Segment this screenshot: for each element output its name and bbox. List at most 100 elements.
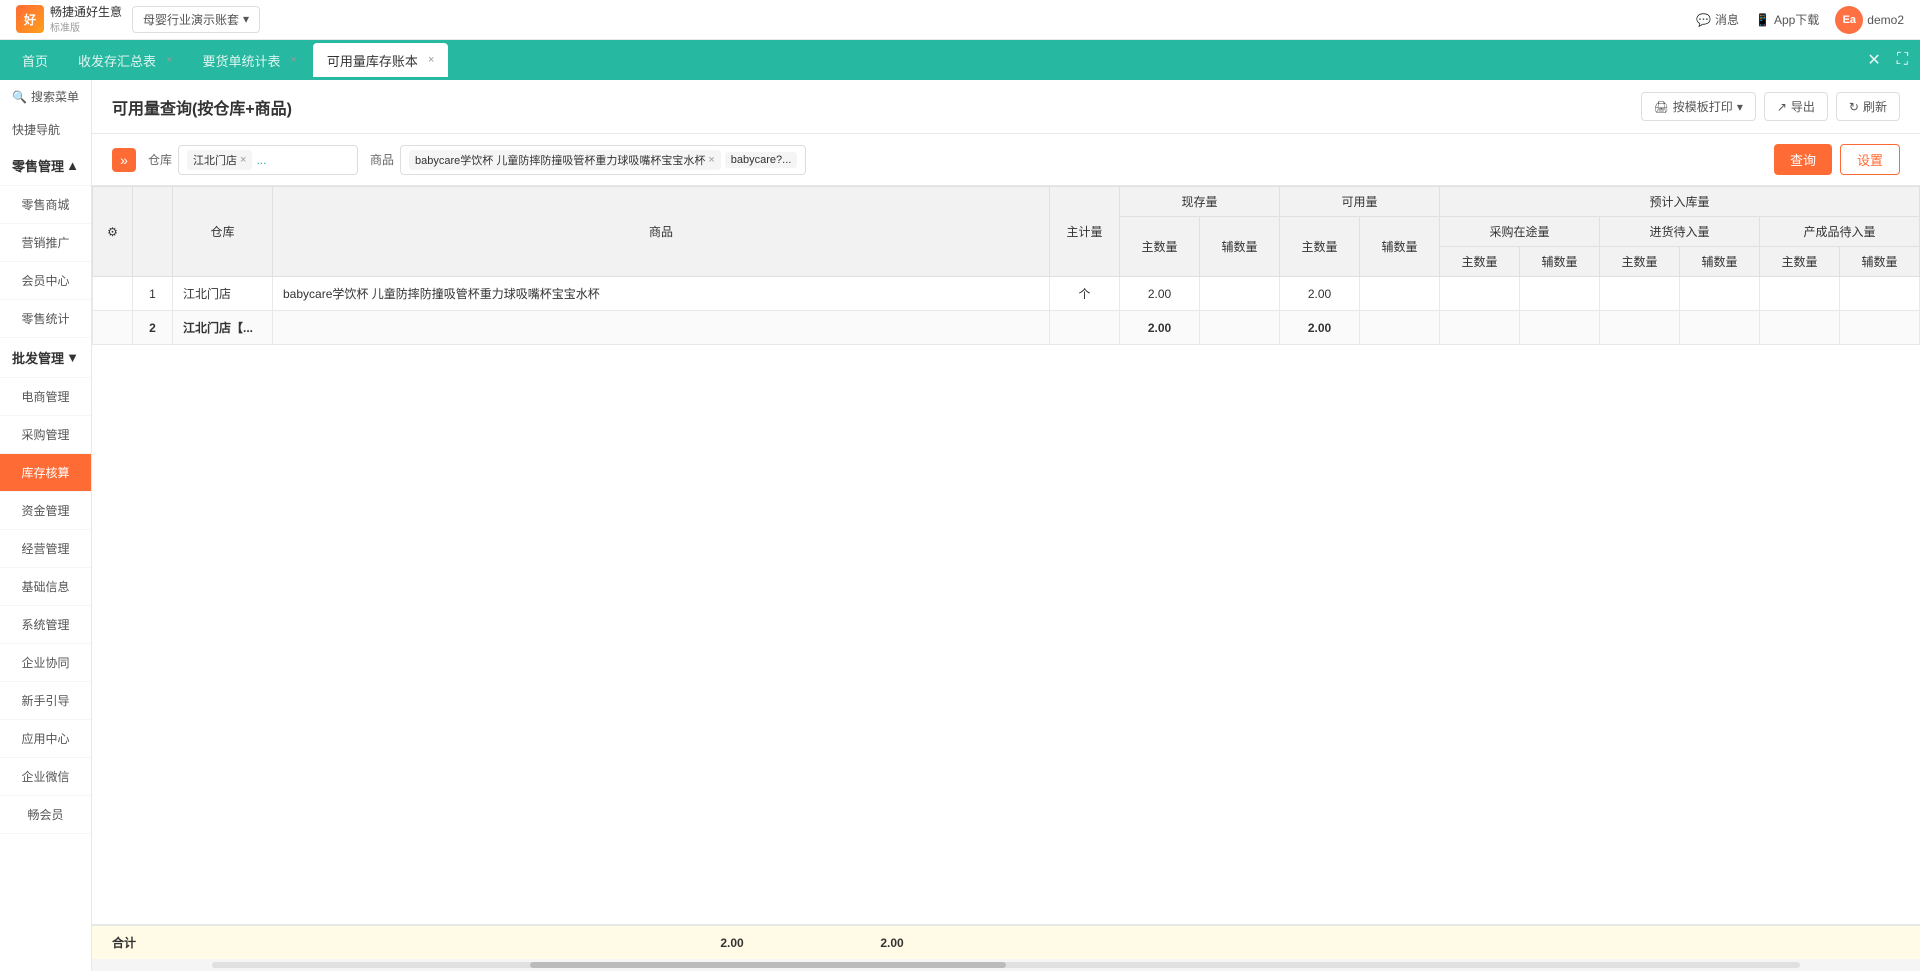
- sidebar-item-retail-shop[interactable]: 零售商城: [0, 186, 91, 224]
- sidebar-item-operation[interactable]: 经营管理: [0, 530, 91, 568]
- sidebar-item-purchase[interactable]: 采购管理: [0, 416, 91, 454]
- cell-incoming-main: [1600, 277, 1680, 311]
- cell-production-main: [1760, 277, 1840, 311]
- filter-warehouse-group: 仓库 江北门店 × ...: [148, 145, 358, 175]
- cell-unit: 个: [1050, 277, 1120, 311]
- query-button[interactable]: 查询: [1774, 144, 1832, 175]
- product-tag2: babycare?...: [725, 152, 798, 168]
- sidebar-item-retail-stat[interactable]: 零售统计: [0, 300, 91, 338]
- cell-settings-2: [93, 311, 133, 345]
- sidebar-item-weixin[interactable]: 企业微信: [0, 758, 91, 796]
- nav-expand-btn[interactable]: ⛶: [1893, 47, 1912, 73]
- page-title: 可用量查询(按仓库+商品): [112, 95, 292, 119]
- filter-expand-button[interactable]: »: [112, 148, 136, 172]
- logo-area: 好 畅捷通好生意 标准版: [16, 5, 122, 34]
- tab-stock[interactable]: 可用量库存账本 ×: [313, 43, 448, 77]
- sidebar-item-enterprise[interactable]: 企业协同: [0, 644, 91, 682]
- sidebar-item-inventory[interactable]: 库存核算: [0, 454, 91, 492]
- sidebar-item-retail[interactable]: 零售管理 ▲: [0, 146, 91, 186]
- print-button[interactable]: 🖨 按模板打印 ▾: [1641, 92, 1756, 121]
- filter-actions: 查询 设置: [1774, 144, 1900, 175]
- sidebar-item-vip[interactable]: 畅会员: [0, 796, 91, 834]
- footer-label: 合计: [112, 934, 692, 951]
- footer-available-main: 2.00: [852, 936, 932, 950]
- refresh-button[interactable]: ↻ 刷新: [1836, 92, 1900, 121]
- product-input[interactable]: babycare学饮杯 儿童防摔防撞吸管杯重力球吸嘴杯宝宝水杯 × babyca…: [400, 145, 806, 175]
- message-icon: 💬: [1696, 13, 1711, 27]
- cell-purchase-main-2: [1440, 311, 1520, 345]
- sidebar-item-member[interactable]: 会员中心: [0, 262, 91, 300]
- top-bar-right: 💬 消息 📱 App下载 Ea demo2: [1696, 6, 1904, 34]
- nav-close-btn[interactable]: ✕: [1863, 46, 1884, 74]
- sidebar: 🔍 搜索菜单 快捷导航 零售管理 ▲ 零售商城 营销推广 会员中心 零售统计 批…: [0, 80, 92, 971]
- cell-current-aux-2: [1200, 311, 1280, 345]
- scrollbar-area: [92, 959, 1920, 971]
- cell-product: babycare学饮杯 儿童防摔防撞吸管杯重力球吸嘴杯宝宝水杯: [273, 277, 1050, 311]
- top-bar-left: 好 畅捷通好生意 标准版 母婴行业演示账套 ▾: [16, 5, 260, 34]
- chevron-icon: ▲: [66, 158, 79, 173]
- sidebar-item-system[interactable]: 系统管理: [0, 606, 91, 644]
- product-tag1: babycare学饮杯 儿童防摔防撞吸管杯重力球吸嘴杯宝宝水杯 ×: [409, 150, 721, 170]
- cell-unit-2: [1050, 311, 1120, 345]
- app-download-button[interactable]: 📱 App下载: [1755, 11, 1819, 28]
- chevron-down-icon: ▾: [243, 12, 249, 26]
- download-icon: 📱: [1755, 13, 1770, 27]
- page-header: 可用量查询(按仓库+商品) 🖨 按模板打印 ▾ ↗ 导出 ↻ 刷新: [92, 80, 1920, 134]
- product-tag1-remove[interactable]: ×: [708, 154, 714, 166]
- industry-selector[interactable]: 母婴行业演示账套 ▾: [132, 6, 260, 33]
- tab-order[interactable]: 要货单统计表 ×: [188, 43, 310, 77]
- cell-warehouse: 江北门店: [173, 277, 273, 311]
- sidebar-quick-nav[interactable]: 快捷导航: [0, 113, 91, 146]
- search-icon: 🔍: [12, 90, 27, 104]
- user-menu[interactable]: Ea demo2: [1835, 6, 1904, 34]
- cell-purchase-main: [1440, 277, 1520, 311]
- data-table: ⚙ 仓库 商品 主计量 现存量 可用量 预计入库量 主数量 辅数量 主数量 辅数…: [92, 186, 1920, 345]
- cell-incoming-main-2: [1600, 311, 1680, 345]
- cell-available-aux-2: [1360, 311, 1440, 345]
- table-container: ⚙ 仓库 商品 主计量 现存量 可用量 预计入库量 主数量 辅数量 主数量 辅数…: [92, 186, 1920, 924]
- sidebar-item-basic[interactable]: 基础信息: [0, 568, 91, 606]
- footer-current-main: 2.00: [692, 936, 772, 950]
- table-footer: 合计 2.00 2.00: [92, 924, 1920, 959]
- sidebar-item-wholesale[interactable]: 批发管理 ▼: [0, 338, 91, 378]
- sidebar-item-finance[interactable]: 资金管理: [0, 492, 91, 530]
- filter-product-group: 商品 babycare学饮杯 儿童防摔防撞吸管杯重力球吸嘴杯宝宝水杯 × bab…: [370, 145, 806, 175]
- setting-button[interactable]: 设置: [1840, 144, 1900, 175]
- warehouse-tag: 江北门店 ×: [187, 150, 252, 170]
- warehouse-more[interactable]: ...: [256, 153, 266, 167]
- tab-stock-close[interactable]: ×: [428, 54, 434, 66]
- cell-purchase-aux: [1520, 277, 1600, 311]
- tab-receive-close[interactable]: ×: [166, 54, 172, 66]
- message-button[interactable]: 💬 消息: [1696, 11, 1739, 28]
- sidebar-item-appstore[interactable]: 应用中心: [0, 720, 91, 758]
- page-actions: 🖨 按模板打印 ▾ ↗ 导出 ↻ 刷新: [1641, 92, 1900, 121]
- export-button[interactable]: ↗ 导出: [1764, 92, 1828, 121]
- cell-current-aux: [1200, 277, 1280, 311]
- tab-home[interactable]: 首页: [8, 43, 62, 77]
- print-chevron-icon: ▾: [1737, 100, 1743, 114]
- tab-receive[interactable]: 收发存汇总表 ×: [64, 43, 186, 77]
- top-bar: 好 畅捷通好生意 标准版 母婴行业演示账套 ▾ 💬 消息 📱 App下载 Ea …: [0, 0, 1920, 40]
- warehouse-tag-remove[interactable]: ×: [240, 154, 246, 166]
- cell-purchase-aux-2: [1520, 311, 1600, 345]
- main-layout: 🔍 搜索菜单 快捷导航 零售管理 ▲ 零售商城 营销推广 会员中心 零售统计 批…: [0, 80, 1920, 971]
- sidebar-search[interactable]: 🔍 搜索菜单: [0, 80, 91, 113]
- sidebar-item-ecommerce[interactable]: 电商管理: [0, 378, 91, 416]
- cell-current-main-2: 2.00: [1120, 311, 1200, 345]
- print-icon: 🖨: [1654, 100, 1669, 114]
- sidebar-item-newbie[interactable]: 新手引导: [0, 682, 91, 720]
- chevron-icon2: ▼: [66, 350, 79, 365]
- scrollbar-thumb[interactable]: [530, 962, 1006, 968]
- nav-tabs: 首页 收发存汇总表 × 要货单统计表 × 可用量库存账本 × ✕ ⛶: [0, 40, 1920, 80]
- cell-settings: [93, 277, 133, 311]
- refresh-icon: ↻: [1849, 100, 1859, 114]
- cell-production-aux-2: [1840, 311, 1920, 345]
- warehouse-input[interactable]: 江北门店 × ...: [178, 145, 358, 175]
- cell-available-main: 2.00: [1280, 277, 1360, 311]
- cell-incoming-aux: [1680, 277, 1760, 311]
- cell-incoming-aux-2: [1680, 311, 1760, 345]
- tab-order-close[interactable]: ×: [290, 54, 296, 66]
- content-area: 可用量查询(按仓库+商品) 🖨 按模板打印 ▾ ↗ 导出 ↻ 刷新 »: [92, 80, 1920, 971]
- sidebar-item-marketing[interactable]: 营销推广: [0, 224, 91, 262]
- avatar: Ea: [1835, 6, 1863, 34]
